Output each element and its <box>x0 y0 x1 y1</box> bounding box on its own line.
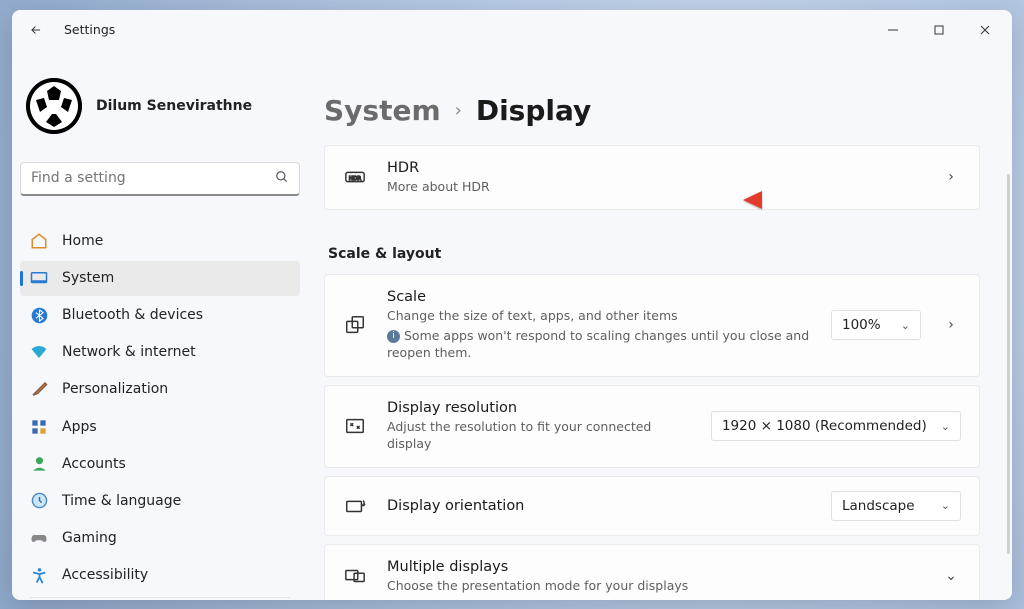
nav-label: Apps <box>62 419 97 435</box>
card-subtitle: Adjust the resolution to fit your connec… <box>387 418 691 453</box>
gaming-icon <box>30 529 48 547</box>
maximize-button[interactable] <box>916 10 962 50</box>
card-title: HDR <box>387 160 921 176</box>
chevron-right-icon: › <box>455 100 462 121</box>
nav-personalization[interactable]: Personalization <box>20 372 300 407</box>
card-title: Multiple displays <box>387 559 921 575</box>
card-subtitle: Choose the presentation mode for your di… <box>387 577 921 595</box>
nav-label: Bluetooth & devices <box>62 307 203 323</box>
nav-list: Home System Bluetooth & devices Network … <box>20 224 300 600</box>
chevron-down-icon: ⌄ <box>901 319 910 332</box>
chevron-down-icon: ⌄ <box>941 568 961 584</box>
nav-time-language[interactable]: Time & language <box>20 483 300 518</box>
profile-name: Dilum Senevirathne <box>96 98 252 114</box>
minimize-button[interactable] <box>870 10 916 50</box>
avatar <box>26 78 82 134</box>
nav-label: Network & internet <box>62 344 196 360</box>
brush-icon <box>30 380 48 398</box>
breadcrumb: System › Display <box>324 70 980 145</box>
card-resolution[interactable]: Display resolution Adjust the resolution… <box>324 385 980 468</box>
settings-window: Settings Dilum Senevirathne <box>12 10 1012 600</box>
orientation-icon <box>343 494 367 518</box>
nav-label: Time & language <box>62 493 181 509</box>
svg-text:HDR: HDR <box>349 176 361 182</box>
titlebar: Settings <box>12 10 1012 50</box>
card-orientation[interactable]: Display orientation Landscape ⌄ <box>324 476 980 536</box>
card-scale[interactable]: Scale Change the size of text, apps, and… <box>324 274 980 377</box>
bluetooth-icon <box>30 306 48 324</box>
accounts-icon <box>30 455 48 473</box>
nav-gaming[interactable]: Gaming <box>20 520 300 555</box>
card-subtitle: More about HDR <box>387 178 921 196</box>
dropdown-value: 1920 × 1080 (Recommended) <box>722 418 927 434</box>
sidebar: Dilum Senevirathne Home System <box>12 50 308 600</box>
accessibility-icon <box>30 566 48 584</box>
info-icon: i <box>387 330 400 343</box>
chevron-right-icon: › <box>941 169 961 185</box>
card-title: Scale <box>387 289 811 305</box>
home-icon <box>30 232 48 250</box>
nav-accounts[interactable]: Accounts <box>20 446 300 481</box>
card-title: Display resolution <box>387 400 691 416</box>
card-multiple-displays[interactable]: Multiple displays Choose the presentatio… <box>324 544 980 600</box>
content-area: System › Display HDR HDR More about HDR … <box>308 50 1012 600</box>
breadcrumb-parent[interactable]: System <box>324 94 441 127</box>
app-title: Settings <box>64 22 115 37</box>
back-button[interactable] <box>16 10 56 50</box>
search-input-wrap[interactable] <box>20 162 300 196</box>
profile-block[interactable]: Dilum Senevirathne <box>20 50 300 144</box>
chevron-down-icon: ⌄ <box>941 420 950 433</box>
nav-label: Personalization <box>62 381 168 397</box>
nav-bluetooth[interactable]: Bluetooth & devices <box>20 298 300 333</box>
search-icon <box>275 169 289 188</box>
nav-network[interactable]: Network & internet <box>20 335 300 370</box>
dropdown-value: Landscape <box>842 498 915 514</box>
nav-apps[interactable]: Apps <box>20 409 300 444</box>
card-subtitle: Change the size of text, apps, and other… <box>387 307 811 325</box>
chevron-right-icon: › <box>941 317 961 333</box>
dropdown-orientation[interactable]: Landscape ⌄ <box>831 491 961 521</box>
resolution-icon <box>343 414 367 438</box>
system-icon <box>30 269 48 287</box>
card-hdr[interactable]: HDR HDR More about HDR › <box>324 145 980 211</box>
apps-icon <box>30 418 48 436</box>
main-layout: Dilum Senevirathne Home System <box>12 50 1012 600</box>
section-scale-layout: Scale & layout <box>324 218 980 274</box>
dropdown-resolution[interactable]: 1920 × 1080 (Recommended) ⌄ <box>711 411 961 441</box>
nav-home[interactable]: Home <box>20 224 300 259</box>
nav-label: Home <box>62 233 103 249</box>
nav-system[interactable]: System <box>20 261 300 296</box>
breadcrumb-current: Display <box>476 94 591 127</box>
nav-label: Gaming <box>62 530 117 546</box>
nav-label: System <box>62 270 114 286</box>
nav-label: Accounts <box>62 456 126 472</box>
hdr-icon: HDR <box>343 165 367 189</box>
dropdown-scale[interactable]: 100% ⌄ <box>831 310 921 340</box>
scale-icon <box>343 313 367 337</box>
chevron-down-icon: ⌄ <box>941 499 950 512</box>
nav-label: Accessibility <box>62 567 148 583</box>
close-button[interactable] <box>962 10 1008 50</box>
multiple-displays-icon <box>343 564 367 588</box>
window-controls <box>870 10 1008 50</box>
clock-icon <box>30 492 48 510</box>
wifi-icon <box>30 343 48 361</box>
dropdown-value: 100% <box>842 317 881 333</box>
nav-accessibility[interactable]: Accessibility <box>20 557 300 592</box>
card-title: Display orientation <box>387 498 811 514</box>
scrollbar[interactable] <box>1007 174 1010 554</box>
search-input[interactable] <box>31 170 275 186</box>
card-subtitle-warning: iSome apps won't respond to scaling chan… <box>387 327 811 362</box>
